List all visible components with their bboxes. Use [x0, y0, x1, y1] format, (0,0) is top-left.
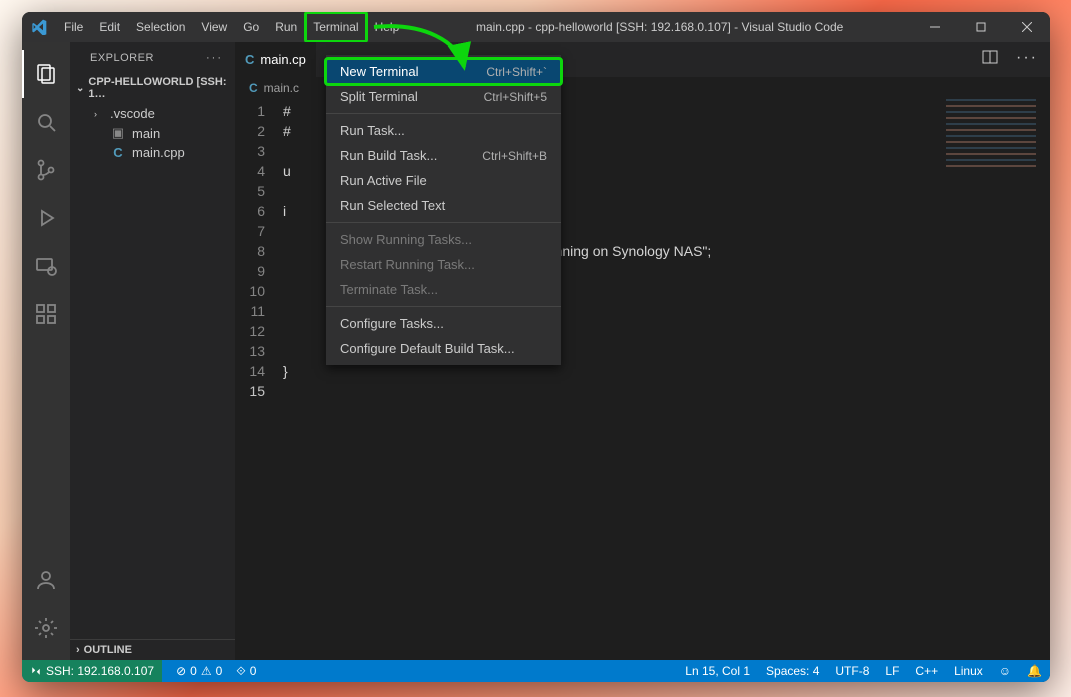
menu-edit[interactable]: Edit: [91, 12, 128, 42]
menu-item-label: Terminate Task...: [340, 282, 438, 297]
menu-item-restart-running-task: Restart Running Task...: [326, 252, 561, 277]
terminal-context-menu: New Terminal Ctrl+Shift+` Split Terminal Ct…: [326, 55, 561, 365]
extensions-icon[interactable]: [22, 290, 70, 338]
menu-item-label: Configure Tasks...: [340, 316, 444, 331]
close-button[interactable]: [1004, 12, 1050, 42]
menu-item-label: New Terminal: [340, 64, 419, 79]
menu-item-label: Run Build Task...: [340, 148, 437, 163]
problems-indicator[interactable]: ⊘0 ⚠0: [176, 664, 222, 678]
outline-label: OUTLINE: [84, 644, 132, 656]
explorer-sidebar: EXPLORER ··· ⌄ CPP-HELLOWORLD [SSH: 1… ›…: [70, 42, 235, 660]
activity-bar: [22, 42, 70, 660]
menu-item-run-active-file[interactable]: Run Active File: [326, 168, 561, 193]
menu-item-shortcut: Ctrl+Shift+5: [484, 90, 547, 104]
outline-section[interactable]: › OUTLINE: [70, 639, 235, 660]
explorer-title: EXPLORER: [90, 52, 154, 64]
explorer-icon[interactable]: [22, 50, 70, 98]
menu-item-new-terminal[interactable]: New Terminal Ctrl+Shift+`: [326, 59, 561, 84]
tree-file-main-bin[interactable]: ▣ main: [70, 123, 235, 143]
os-indicator[interactable]: Linux: [954, 664, 983, 678]
status-bar: SSH: 192.168.0.107 ⊘0 ⚠0 ⟐0 Ln 15, Col 1…: [22, 660, 1050, 682]
tree-file-main-cpp[interactable]: C main.cpp: [70, 143, 235, 162]
menu-item-terminate-task: Terminate Task...: [326, 277, 561, 302]
menu-item-run-build-task[interactable]: Run Build Task... Ctrl+Shift+B: [326, 143, 561, 168]
window-controls: [912, 12, 1050, 42]
explorer-more-icon[interactable]: ···: [206, 52, 223, 64]
menu-go[interactable]: Go: [235, 12, 267, 42]
menu-separator: [326, 306, 561, 307]
eol-indicator[interactable]: LF: [885, 664, 899, 678]
feedback-icon[interactable]: ☺: [999, 664, 1011, 678]
error-icon: ⊘: [176, 664, 186, 678]
remote-indicator[interactable]: SSH: 192.168.0.107: [22, 660, 162, 682]
menu-item-shortcut: Ctrl+Shift+`: [486, 65, 547, 79]
title-bar: FileEditSelectionViewGoRunTerminalHelp m…: [22, 12, 1050, 42]
editor-tab-main-cpp[interactable]: C main.cp: [235, 42, 317, 77]
menu-terminal[interactable]: Terminal: [305, 12, 366, 42]
cursor-position[interactable]: Ln 15, Col 1: [685, 664, 750, 678]
account-icon[interactable]: [22, 556, 70, 604]
cpp-file-icon: C: [110, 145, 126, 160]
menu-item-run-selected-text[interactable]: Run Selected Text: [326, 193, 561, 218]
broadcast-icon: ⟐: [236, 664, 245, 679]
menu-run[interactable]: Run: [267, 12, 305, 42]
menu-item-show-running-tasks: Show Running Tasks...: [326, 227, 561, 252]
workspace-name: CPP-HELLOWORLD [SSH: 1…: [88, 76, 227, 100]
chevron-right-icon: ›: [94, 109, 104, 119]
maximize-button[interactable]: [958, 12, 1004, 42]
menu-separator: [326, 222, 561, 223]
menu-item-split-terminal[interactable]: Split Terminal Ctrl+Shift+5: [326, 84, 561, 109]
cpp-file-icon: C: [245, 52, 254, 67]
tree-folder-vscode[interactable]: › .vscode: [70, 104, 235, 123]
menu-item-label: Split Terminal: [340, 89, 418, 104]
encoding-indicator[interactable]: UTF-8: [835, 664, 869, 678]
ports-indicator[interactable]: ⟐0: [236, 664, 256, 679]
chevron-right-icon: ›: [76, 644, 80, 656]
minimap[interactable]: [946, 99, 1036, 169]
language-mode[interactable]: C++: [915, 664, 938, 678]
menu-file[interactable]: File: [56, 12, 91, 42]
notifications-icon[interactable]: 🔔: [1027, 664, 1042, 678]
menu-item-shortcut: Ctrl+Shift+B: [482, 149, 547, 163]
binary-file-icon: ▣: [110, 125, 126, 141]
cpp-file-icon: C: [249, 81, 258, 95]
tab-label: main.cp: [260, 52, 306, 67]
menu-item-label: Run Active File: [340, 173, 427, 188]
menu-item-label: Show Running Tasks...: [340, 232, 472, 247]
vscode-logo-icon: [22, 19, 56, 35]
search-icon[interactable]: [22, 98, 70, 146]
remote-host-label: SSH: 192.168.0.107: [46, 660, 154, 682]
tree-label: .vscode: [110, 106, 155, 121]
explorer-header: EXPLORER ···: [70, 42, 235, 72]
menu-item-label: Run Selected Text: [340, 198, 445, 213]
menu-separator: [326, 113, 561, 114]
indentation-indicator[interactable]: Spaces: 4: [766, 664, 819, 678]
chevron-down-icon: ⌄: [76, 83, 84, 94]
menu-bar: FileEditSelectionViewGoRunTerminalHelp: [56, 12, 407, 42]
minimize-button[interactable]: [912, 12, 958, 42]
menu-view[interactable]: View: [193, 12, 235, 42]
workspace-folder[interactable]: ⌄ CPP-HELLOWORLD [SSH: 1…: [70, 72, 235, 104]
editor-more-icon[interactable]: ···: [1016, 49, 1038, 70]
split-editor-icon[interactable]: [982, 49, 998, 70]
line-number-gutter: 123456789101112131415: [235, 99, 283, 660]
menu-selection[interactable]: Selection: [128, 12, 193, 42]
menu-item-label: Configure Default Build Task...: [340, 341, 515, 356]
menu-item-label: Restart Running Task...: [340, 257, 475, 272]
tree-label: main: [132, 126, 160, 141]
tree-label: main.cpp: [132, 145, 185, 160]
menu-item-label: Run Task...: [340, 123, 405, 138]
menu-item-configure-tasks[interactable]: Configure Tasks...: [326, 311, 561, 336]
menu-help[interactable]: Help: [367, 12, 408, 42]
remote-explorer-icon[interactable]: [22, 242, 70, 290]
menu-item-configure-default-build-task[interactable]: Configure Default Build Task...: [326, 336, 561, 361]
run-debug-icon[interactable]: [22, 194, 70, 242]
warning-icon: ⚠: [201, 664, 212, 678]
window-title: main.cpp - cpp-helloworld [SSH: 192.168.…: [407, 20, 912, 34]
source-control-icon[interactable]: [22, 146, 70, 194]
settings-gear-icon[interactable]: [22, 604, 70, 652]
breadcrumb-file: main.c: [264, 81, 299, 95]
menu-item-run-task[interactable]: Run Task...: [326, 118, 561, 143]
